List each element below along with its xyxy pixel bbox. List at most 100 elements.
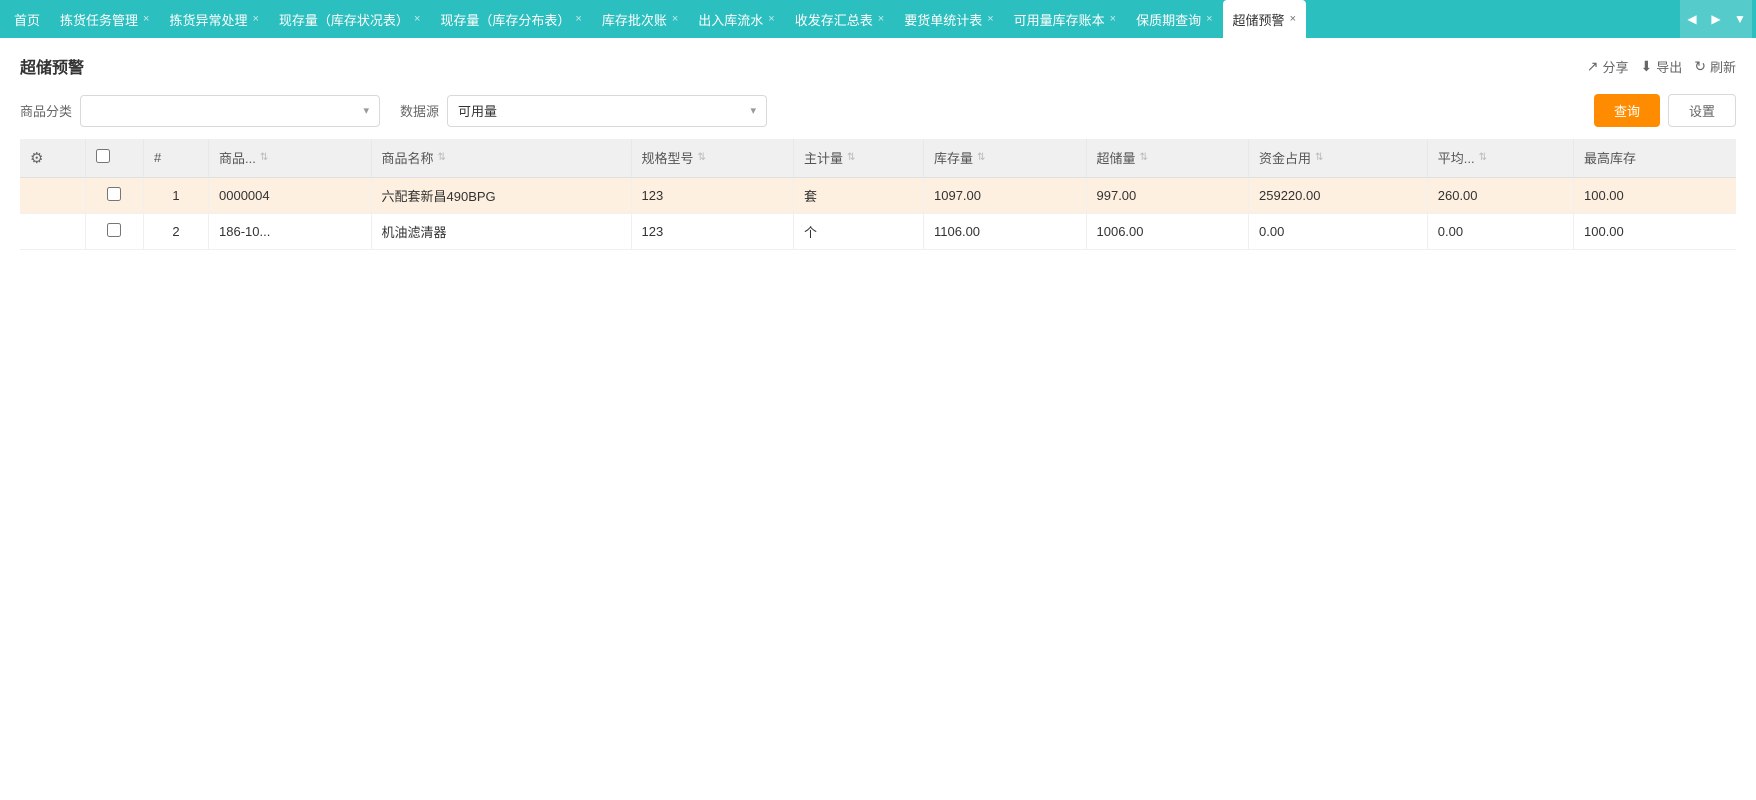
close-icon[interactable]: × xyxy=(143,13,149,25)
chevron-down-icon: ▾ xyxy=(363,104,369,117)
filter-row: 商品分类 ▾ 数据源 可用量 ▾ 查询 设置 xyxy=(20,94,1736,127)
nav-stock-status[interactable]: 现存量（库存状况表） × xyxy=(269,0,430,38)
datasource-label: 数据源 xyxy=(400,101,439,120)
close-icon[interactable]: × xyxy=(252,13,258,25)
table-row: 2 186-10... 机油滤清器 123 个 1106.00 1006.00 … xyxy=(20,213,1736,249)
row-spec: 123 xyxy=(631,177,794,213)
close-icon[interactable]: × xyxy=(1206,13,1212,25)
th-gear: ⚙ xyxy=(20,139,85,177)
nav-batch-account[interactable]: 库存批次账 × xyxy=(592,0,688,38)
settings-button[interactable]: 设置 xyxy=(1668,94,1736,127)
nav-stock-dist[interactable]: 现存量（库存分布表） × xyxy=(430,0,591,38)
sort-icon[interactable]: ⇅ xyxy=(847,152,855,163)
row-product-name: 六配套新昌490BPG xyxy=(371,177,631,213)
nav-home[interactable]: 首页 xyxy=(4,0,50,38)
row-max-stock: 100.00 xyxy=(1574,213,1737,249)
share-button[interactable]: ↗ 分享 xyxy=(1587,57,1629,76)
row-product-name: 机油滤清器 xyxy=(371,213,631,249)
category-select[interactable]: ▾ xyxy=(80,95,380,127)
close-icon[interactable]: × xyxy=(878,13,884,25)
nav-abnormal[interactable]: 拣货异常处理 × xyxy=(159,0,268,38)
gear-icon[interactable]: ⚙ xyxy=(30,150,43,167)
close-icon[interactable]: × xyxy=(1110,13,1116,25)
close-icon[interactable]: × xyxy=(414,13,420,25)
refresh-button[interactable]: ↻ 刷新 xyxy=(1694,57,1736,76)
close-icon[interactable]: × xyxy=(575,13,581,25)
select-all-checkbox[interactable] xyxy=(96,149,110,163)
table-body: 1 0000004 六配套新昌490BPG 123 套 1097.00 997.… xyxy=(20,177,1736,249)
th-overstock-qty: 超储量 ⇅ xyxy=(1086,139,1249,177)
chevron-down-icon: ▾ xyxy=(751,104,757,117)
nav-arrows: ◀ ▶ ▼ xyxy=(1680,0,1752,38)
row-avg: 260.00 xyxy=(1427,177,1573,213)
query-button[interactable]: 查询 xyxy=(1594,94,1660,127)
nav-arrow-more[interactable]: ▼ xyxy=(1728,0,1752,38)
export-icon: ⬇ xyxy=(1641,58,1653,75)
row-gear xyxy=(20,213,85,249)
row-checkbox[interactable] xyxy=(107,187,121,201)
row-stock-qty: 1106.00 xyxy=(924,213,1087,249)
row-checkbox-cell xyxy=(85,213,144,249)
row-capital-usage: 259220.00 xyxy=(1249,177,1428,213)
th-stock-qty: 库存量 ⇅ xyxy=(924,139,1087,177)
nav-quality-check[interactable]: 保质期查询 × xyxy=(1126,0,1222,38)
nav-inout-flow[interactable]: 出入库流水 × xyxy=(688,0,784,38)
row-num: 2 xyxy=(144,213,209,249)
row-overstock-qty: 1006.00 xyxy=(1086,213,1249,249)
sort-icon[interactable]: ⇅ xyxy=(1315,152,1323,163)
th-capital-usage: 资金占用 ⇅ xyxy=(1249,139,1428,177)
row-unit: 套 xyxy=(794,177,924,213)
export-button[interactable]: ⬇ 导出 xyxy=(1641,57,1683,76)
share-icon: ↗ xyxy=(1587,58,1599,75)
sort-icon[interactable]: ⇅ xyxy=(977,152,985,163)
row-avg: 0.00 xyxy=(1427,213,1573,249)
datasource-value: 可用量 xyxy=(458,101,497,120)
nav-overstock-warning[interactable]: 超储预警 × xyxy=(1223,0,1306,38)
row-unit: 个 xyxy=(794,213,924,249)
page-title: 超储预警 xyxy=(20,54,84,78)
row-gear xyxy=(20,177,85,213)
sort-icon[interactable]: ⇅ xyxy=(1479,152,1487,163)
sort-icon[interactable]: ⇅ xyxy=(698,152,706,163)
th-max-stock: 最高库存 xyxy=(1574,139,1737,177)
nav-arrow-right[interactable]: ▶ xyxy=(1704,0,1728,38)
row-product-code: 186-10... xyxy=(209,213,372,249)
datasource-filter-group: 数据源 可用量 ▾ xyxy=(400,95,767,127)
top-nav: 首页 拣货任务管理 × 拣货异常处理 × 现存量（库存状况表） × 现存量（库存… xyxy=(0,0,1756,38)
action-btn-group: 查询 设置 xyxy=(1594,94,1736,127)
nav-arrow-left[interactable]: ◀ xyxy=(1680,0,1704,38)
th-checkbox xyxy=(85,139,144,177)
row-checkbox-cell xyxy=(85,177,144,213)
page-header: 超储预警 ↗ 分享 ⬇ 导出 ↻ 刷新 xyxy=(20,54,1736,78)
row-checkbox[interactable] xyxy=(107,223,121,237)
th-num: # xyxy=(144,139,209,177)
datasource-select[interactable]: 可用量 ▾ xyxy=(447,95,767,127)
refresh-icon: ↻ xyxy=(1694,58,1706,75)
data-table: ⚙ # 商品... ⇅ 商品名称 ⇅ xyxy=(20,139,1736,250)
row-capital-usage: 0.00 xyxy=(1249,213,1428,249)
th-avg: 平均... ⇅ xyxy=(1427,139,1573,177)
nav-receive-summary[interactable]: 收发存汇总表 × xyxy=(785,0,894,38)
header-actions: ↗ 分享 ⬇ 导出 ↻ 刷新 xyxy=(1587,57,1736,76)
th-unit: 主计量 ⇅ xyxy=(794,139,924,177)
nav-task-mgmt[interactable]: 拣货任务管理 × xyxy=(50,0,159,38)
nav-order-stats[interactable]: 要货单统计表 × xyxy=(894,0,1003,38)
category-label: 商品分类 xyxy=(20,101,72,120)
row-spec: 123 xyxy=(631,213,794,249)
category-filter-group: 商品分类 ▾ xyxy=(20,95,380,127)
sort-icon[interactable]: ⇅ xyxy=(1140,152,1148,163)
close-icon[interactable]: × xyxy=(1290,13,1296,25)
row-stock-qty: 1097.00 xyxy=(924,177,1087,213)
close-icon[interactable]: × xyxy=(672,13,678,25)
th-spec: 规格型号 ⇅ xyxy=(631,139,794,177)
page-content: 超储预警 ↗ 分享 ⬇ 导出 ↻ 刷新 商品分类 ▾ 数据源 xyxy=(0,38,1756,800)
row-num: 1 xyxy=(144,177,209,213)
th-product-code: 商品... ⇅ xyxy=(209,139,372,177)
row-overstock-qty: 997.00 xyxy=(1086,177,1249,213)
close-icon[interactable]: × xyxy=(987,13,993,25)
sort-icon[interactable]: ⇅ xyxy=(260,152,268,163)
sort-icon[interactable]: ⇅ xyxy=(438,152,446,163)
nav-available-account[interactable]: 可用量库存账本 × xyxy=(1004,0,1126,38)
close-icon[interactable]: × xyxy=(768,13,774,25)
row-product-code: 0000004 xyxy=(209,177,372,213)
